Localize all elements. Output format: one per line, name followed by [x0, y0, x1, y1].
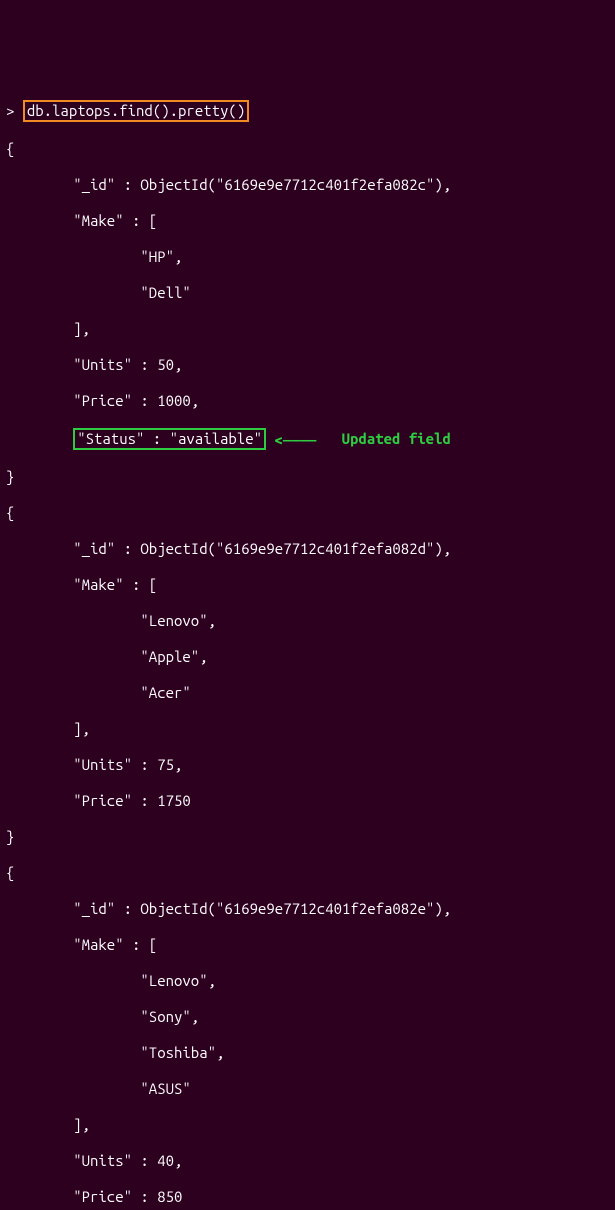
doc0-id: "_id" : ObjectId("6169e9e7712c401f2efa08…: [6, 176, 609, 194]
doc0-price: "Price" : 1000,: [6, 392, 609, 410]
command-highlight: db.laptops.find().pretty(): [23, 100, 249, 122]
arrow-icon: <————: [274, 431, 316, 449]
command-line: > db.laptops.find().pretty(): [6, 100, 609, 122]
brace-open: {: [6, 864, 609, 882]
doc0-units: "Units" : 50,: [6, 356, 609, 374]
doc0-make-close: ],: [6, 320, 609, 338]
doc1-make-close: ],: [6, 720, 609, 738]
list-item: "HP",: [6, 248, 609, 266]
brace-close: }: [6, 468, 609, 486]
doc1-price: "Price" : 1750: [6, 792, 609, 810]
brace-open: {: [6, 140, 609, 158]
doc2-id: "_id" : ObjectId("6169e9e7712c401f2efa08…: [6, 900, 609, 918]
status-pad: [6, 430, 73, 447]
prompt-char: >: [6, 102, 14, 119]
doc2-make-close: ],: [6, 1116, 609, 1134]
list-item: "Toshiba",: [6, 1044, 609, 1062]
list-item: "Acer": [6, 684, 609, 702]
doc1-id: "_id" : ObjectId("6169e9e7712c401f2efa08…: [6, 540, 609, 558]
list-item: "Lenovo",: [6, 972, 609, 990]
list-item: "Lenovo",: [6, 612, 609, 630]
brace-open: {: [6, 504, 609, 522]
doc2-make-open: "Make" : [: [6, 936, 609, 954]
list-item: "Apple",: [6, 648, 609, 666]
doc2-units: "Units" : 40,: [6, 1152, 609, 1170]
list-item: "ASUS": [6, 1080, 609, 1098]
list-item: "Dell": [6, 284, 609, 302]
status-highlight: "Status" : "available": [73, 428, 266, 450]
brace-close: }: [6, 828, 609, 846]
doc0-make-open: "Make" : [: [6, 212, 609, 230]
doc1-units: "Units" : 75,: [6, 756, 609, 774]
doc0-status-line: "Status" : "available" <———— Updated fie…: [6, 428, 609, 450]
doc2-price: "Price" : 850: [6, 1188, 609, 1206]
annotation-label: Updated field: [342, 430, 451, 447]
terminal-output: > db.laptops.find().pretty() { "_id" : O…: [6, 82, 609, 1210]
doc1-make-open: "Make" : [: [6, 576, 609, 594]
list-item: "Sony",: [6, 1008, 609, 1026]
